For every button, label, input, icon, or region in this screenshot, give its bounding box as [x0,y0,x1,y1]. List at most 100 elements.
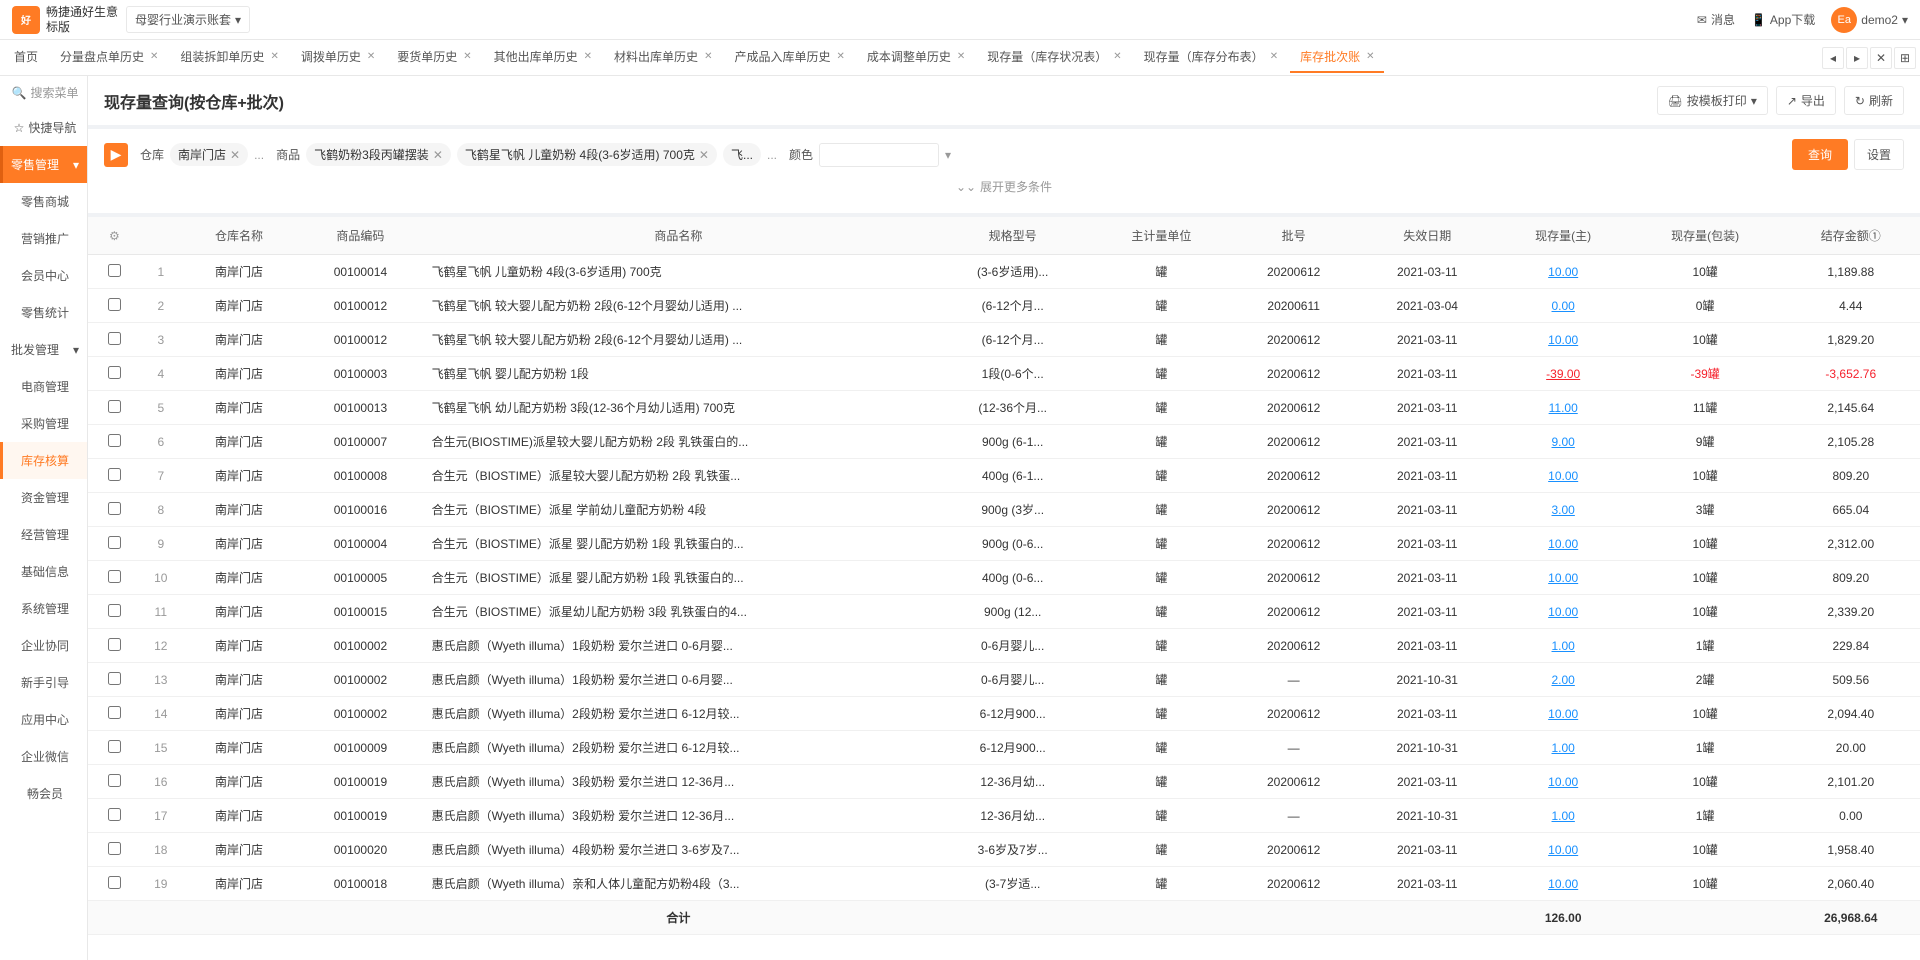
expand-conditions-btn[interactable]: ⌄⌄ 展开更多条件 [948,174,1060,199]
td-checkbox[interactable] [88,459,141,493]
sidebar-item-corp[interactable]: 企业协同 [0,627,87,664]
td-checkbox[interactable] [88,663,141,697]
goods-tag1-remove-btn[interactable]: ✕ [433,148,443,162]
tab-scroll-right[interactable]: ▸ [1846,47,1868,69]
tab-stock-status[interactable]: 现存量（库存状况表） ✕ [977,42,1131,73]
td-qty-main[interactable]: 10.00 [1498,561,1629,595]
tab-close-require[interactable]: ✕ [463,51,471,62]
td-qty-main[interactable]: -39.00 [1498,357,1629,391]
td-qty-main[interactable]: 10.00 [1498,833,1629,867]
td-checkbox[interactable] [88,731,141,765]
setting-button[interactable]: 设置 [1854,139,1904,170]
color-input[interactable] [819,143,939,167]
td-qty-main[interactable]: 0.00 [1498,289,1629,323]
settings-icon[interactable]: ⚙ [109,229,120,243]
sidebar-item-member[interactable]: 会员中心 [0,257,87,294]
tab-close-all[interactable]: ✕ [1870,47,1892,69]
org-selector[interactable]: 母婴行业演示账套 ▾ [126,6,250,33]
sidebar-item-purchase[interactable]: 采购管理 [0,405,87,442]
sidebar-item-appcenter[interactable]: 应用中心 [0,701,87,738]
td-qty-main[interactable]: 11.00 [1498,391,1629,425]
td-qty-main[interactable]: 10.00 [1498,697,1629,731]
td-checkbox[interactable] [88,425,141,459]
tab-stock-dist[interactable]: 现存量（库存分布表） ✕ [1134,42,1288,73]
tab-material-out[interactable]: 材料出库单历史 ✕ [604,42,722,73]
sidebar-item-retail-store[interactable]: 零售商城 [0,183,87,220]
sidebar-item-retail-stat[interactable]: 零售统计 [0,294,87,331]
tab-close-cost-adjust[interactable]: ✕ [957,51,965,62]
sidebar-item-wholesale[interactable]: 批发管理 ▾ [0,331,87,368]
sidebar-item-member2[interactable]: 畅会员 [0,775,87,812]
app-download-btn[interactable]: 📱 App下载 [1751,11,1815,28]
sidebar-item-ecom[interactable]: 电商管理 [0,368,87,405]
tab-close-split[interactable]: ✕ [150,51,158,62]
td-checkbox[interactable] [88,765,141,799]
td-qty-main[interactable]: 1.00 [1498,731,1629,765]
td-checkbox[interactable] [88,595,141,629]
tab-close-stock-dist[interactable]: ✕ [1270,51,1278,62]
tab-scroll-left[interactable]: ◂ [1822,47,1844,69]
td-checkbox[interactable] [88,697,141,731]
tab-home[interactable]: 首页 [4,42,48,73]
tab-expand[interactable]: ⊞ [1894,47,1916,69]
warehouse-remove-btn[interactable]: ✕ [230,148,240,162]
tab-close-batch[interactable]: ✕ [1366,51,1374,62]
td-qty-main[interactable]: 1.00 [1498,629,1629,663]
td-qty-main[interactable]: 10.00 [1498,867,1629,901]
td-qty-main[interactable]: 10.00 [1498,323,1629,357]
sidebar-item-retail[interactable]: 零售管理 ▾ [0,146,87,183]
tab-close-stock-status[interactable]: ✕ [1113,51,1121,62]
td-checkbox[interactable] [88,629,141,663]
td-qty-main[interactable]: 2.00 [1498,663,1629,697]
tab-cost-adjust[interactable]: 成本调整单历史 ✕ [857,42,975,73]
tab-split[interactable]: 分量盘点单历史 ✕ [50,42,168,73]
tab-other-out[interactable]: 其他出库单历史 ✕ [484,42,602,73]
td-qty-main[interactable]: 3.00 [1498,493,1629,527]
td-checkbox[interactable] [88,527,141,561]
td-checkbox[interactable] [88,323,141,357]
sidebar-item-newguide[interactable]: 新手引导 [0,664,87,701]
export-button[interactable]: ↗ 导出 [1776,86,1836,115]
td-checkbox[interactable] [88,391,141,425]
sidebar-quick-nav[interactable]: ☆ 快捷导航 [0,109,87,146]
td-checkbox[interactable] [88,799,141,833]
tab-require[interactable]: 要货单历史 ✕ [387,42,481,73]
td-checkbox[interactable] [88,833,141,867]
tab-close-adjust[interactable]: ✕ [367,51,375,62]
print-button[interactable]: 🖨 按模板打印 ▾ [1657,86,1768,115]
filter-arrow-btn[interactable]: ▶ [104,143,128,167]
tab-close-disassemble[interactable]: ✕ [270,51,278,62]
sidebar-item-corpwx[interactable]: 企业微信 [0,738,87,775]
sidebar-search[interactable]: 🔍 搜索菜单 [0,76,87,109]
td-checkbox[interactable] [88,867,141,901]
query-button[interactable]: 查询 [1792,139,1848,170]
td-checkbox[interactable] [88,561,141,595]
tab-adjust[interactable]: 调拨单历史 ✕ [291,42,385,73]
sidebar-item-finance[interactable]: 资金管理 [0,479,87,516]
goods-more-btn[interactable]: ... [767,148,777,162]
user-profile-btn[interactable]: Ea demo2 ▾ [1831,7,1908,33]
td-qty-main[interactable]: 1.00 [1498,799,1629,833]
td-checkbox[interactable] [88,493,141,527]
tab-close-product-in[interactable]: ✕ [836,51,844,62]
td-qty-main[interactable]: 10.00 [1498,459,1629,493]
tab-close-material-out[interactable]: ✕ [704,51,712,62]
sidebar-item-base[interactable]: 基础信息 [0,553,87,590]
goods-tag2-remove-btn[interactable]: ✕ [699,148,709,162]
td-qty-main[interactable]: 10.00 [1498,527,1629,561]
tab-close-other-out[interactable]: ✕ [584,51,592,62]
td-qty-main[interactable]: 9.00 [1498,425,1629,459]
sidebar-item-marketing[interactable]: 营销推广 [0,220,87,257]
tab-product-in[interactable]: 产成品入库单历史 ✕ [724,42,854,73]
sidebar-item-inventory[interactable]: 库存核算 [0,442,87,479]
td-checkbox[interactable] [88,289,141,323]
td-qty-main[interactable]: 10.00 [1498,765,1629,799]
warehouse-more-btn[interactable]: ... [254,148,264,162]
message-btn[interactable]: ✉ 消息 [1697,11,1735,28]
sidebar-item-ops[interactable]: 经营管理 [0,516,87,553]
td-checkbox[interactable] [88,357,141,391]
sidebar-item-sys[interactable]: 系统管理 [0,590,87,627]
tab-batch[interactable]: 库存批次账 ✕ [1290,42,1384,73]
td-checkbox[interactable] [88,255,141,289]
td-qty-main[interactable]: 10.00 [1498,255,1629,289]
